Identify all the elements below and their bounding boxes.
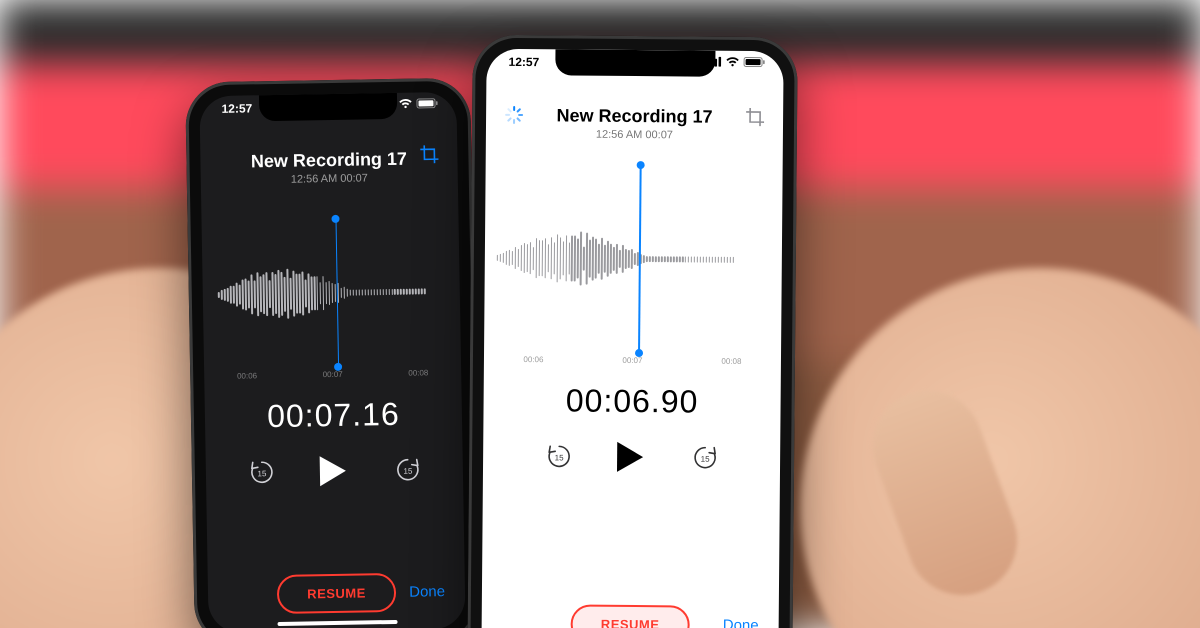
screen-dark: 12:57 New Recording 17 12:56 AM 00:07 00… <box>199 92 465 628</box>
elapsed-time: 00:06.90 <box>566 382 699 420</box>
recording-content: New Recording 17 12:56 AM 00:07 00:06 00… <box>481 99 783 628</box>
timeline-ticks: 00:06 00:07 00:08 <box>484 355 781 367</box>
recording-subtitle: 12:56 AM 00:07 <box>596 129 673 142</box>
timeline-ticks: 00:06 00:07 00:08 <box>204 368 461 381</box>
play-button[interactable] <box>614 440 648 474</box>
recording-content: New Recording 17 12:56 AM 00:07 00:06 00… <box>200 142 465 628</box>
waveform <box>496 218 669 300</box>
playback-controls: 15 15 <box>247 452 422 489</box>
skip-forward-button[interactable]: 15 <box>690 444 718 472</box>
elapsed-time: 00:07.16 <box>267 396 400 435</box>
wifi-icon <box>726 57 740 67</box>
tick-label: 00:07 <box>622 356 642 365</box>
skip-forward-button[interactable]: 15 <box>393 455 421 483</box>
recording-subtitle: 12:56 AM 00:07 <box>291 172 368 185</box>
battery-icon <box>744 57 766 67</box>
playback-controls: 15 15 <box>544 439 718 475</box>
resume-button[interactable]: RESUME <box>277 573 396 614</box>
tick-label: 00:08 <box>408 368 428 377</box>
battery-icon <box>416 98 438 108</box>
skip-back-button[interactable]: 15 <box>544 442 572 470</box>
phone-dark: 12:57 New Recording 17 12:56 AM 00:07 00… <box>185 78 480 628</box>
status-time: 12:57 <box>221 101 252 116</box>
svg-text:15: 15 <box>554 453 564 462</box>
phone-light: 12:57 New Recording 17 12:56 AM 00:07 00… <box>467 35 798 628</box>
done-button[interactable]: Done <box>723 617 759 628</box>
tick-label: 00:06 <box>237 371 257 380</box>
waveform-area[interactable]: 00:06 00:07 00:08 <box>201 211 461 375</box>
notch <box>258 93 397 121</box>
svg-text:15: 15 <box>257 469 267 478</box>
play-button[interactable] <box>317 454 352 489</box>
skip-back-button[interactable]: 15 <box>247 458 275 486</box>
tick-label: 00:07 <box>323 370 343 379</box>
wifi-icon <box>398 99 412 109</box>
recording-title: New Recording 17 <box>556 105 712 127</box>
footer-controls: RESUME Done <box>208 572 466 615</box>
status-time: 12:57 <box>509 55 540 69</box>
waveform-area[interactable]: 00:06 00:07 00:08 <box>484 158 783 361</box>
done-button[interactable]: Done <box>409 583 445 601</box>
tick-label: 00:06 <box>523 355 543 364</box>
svg-text:15: 15 <box>700 455 710 464</box>
tick-label: 00:08 <box>721 357 741 366</box>
footer-controls: RESUME Done <box>481 604 778 628</box>
svg-text:15: 15 <box>403 467 413 476</box>
resume-button[interactable]: RESUME <box>571 604 690 628</box>
screen-light: 12:57 New Recording 17 12:56 AM 00:07 00… <box>481 49 783 628</box>
waveform <box>218 260 384 327</box>
notch <box>555 49 716 76</box>
recording-title: New Recording 17 <box>251 149 407 173</box>
